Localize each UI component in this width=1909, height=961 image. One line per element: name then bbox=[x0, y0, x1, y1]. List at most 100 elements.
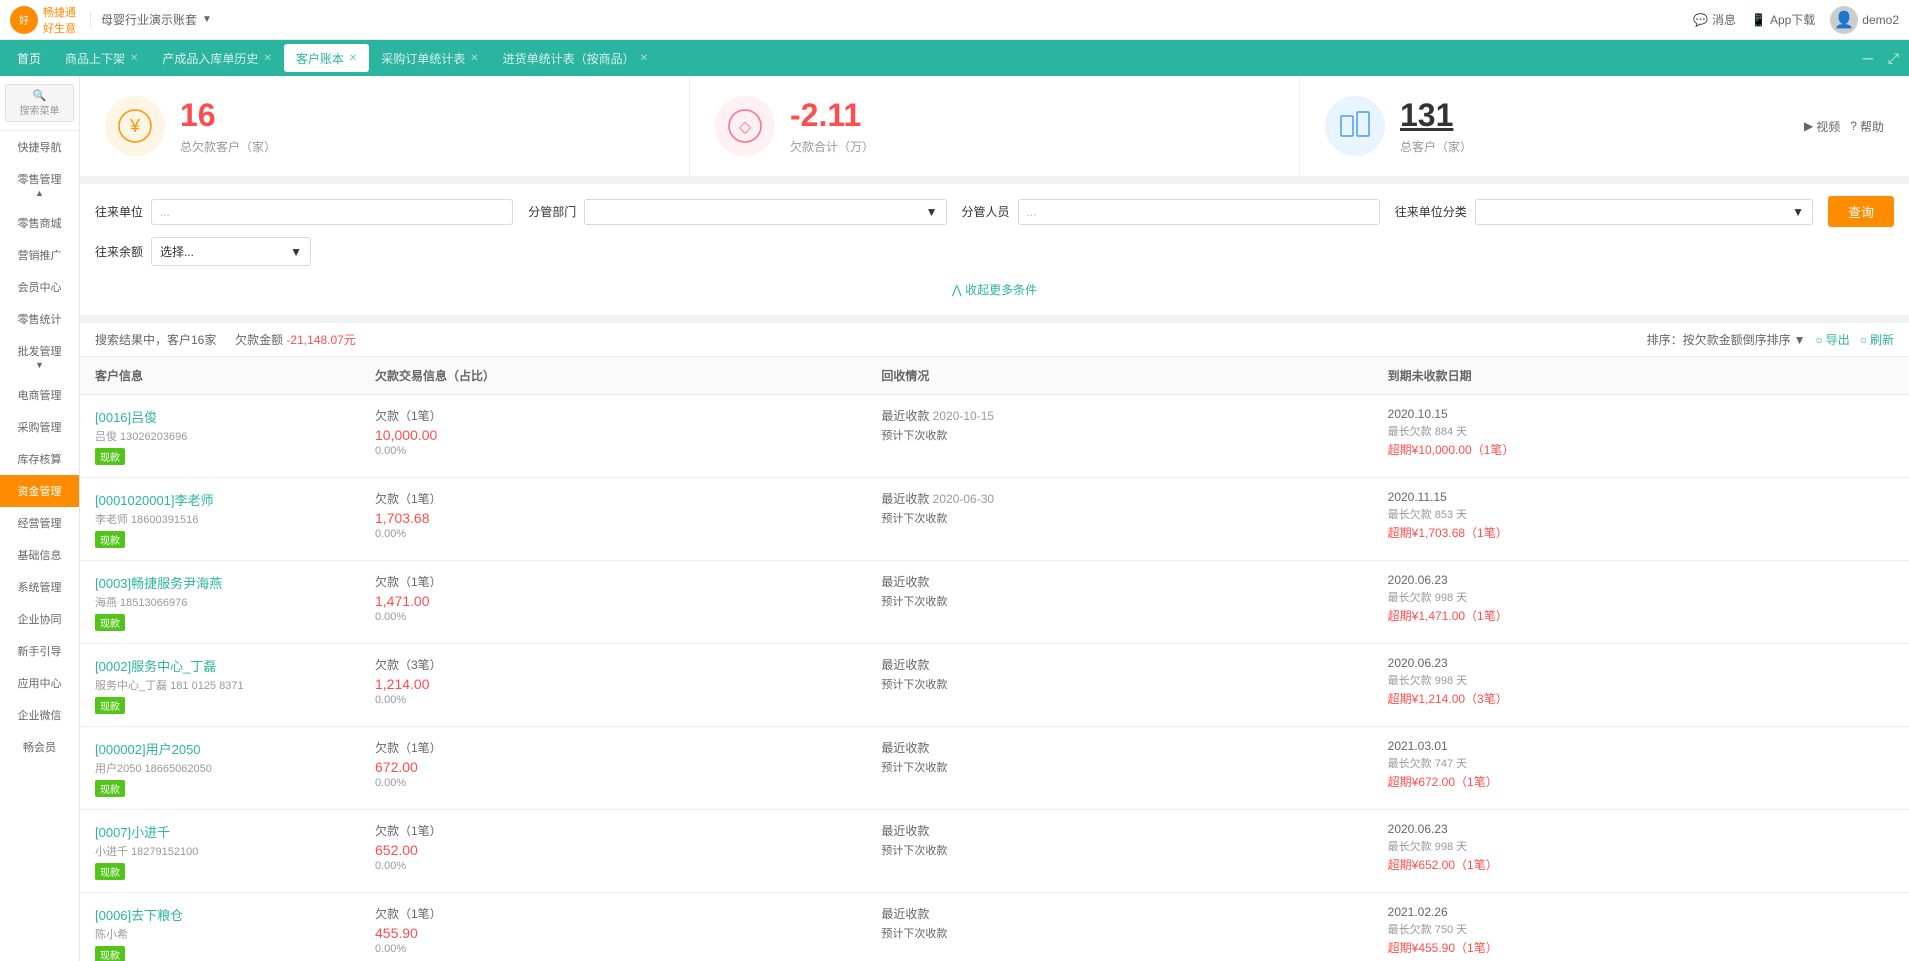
source-unit-input[interactable]: ... bbox=[151, 199, 513, 225]
nav-right: ─ ⤢ bbox=[1858, 48, 1904, 69]
sidebar-item-member[interactable]: 会员中心 bbox=[0, 271, 79, 303]
overdue-days: 最长欠款 853 天 bbox=[1388, 506, 1894, 522]
customer-name[interactable]: [0016]吕俊 bbox=[95, 407, 375, 426]
sidebar-item-member-plus[interactable]: 畅会员 bbox=[0, 731, 79, 763]
person-input[interactable]: ... bbox=[1018, 199, 1380, 225]
tab-home[interactable]: 首页 bbox=[5, 44, 53, 72]
export-icon: ○ bbox=[1815, 333, 1822, 347]
close-icon[interactable]: ✕ bbox=[130, 53, 138, 64]
sidebar-item-ecommerce[interactable]: 电商管理 bbox=[0, 379, 79, 411]
debt-percent: 0.00% bbox=[375, 860, 881, 872]
overdue-amount[interactable]: 超期¥1,471.00（1笔） bbox=[1388, 607, 1894, 624]
help-btn[interactable]: ? 帮助 bbox=[1850, 118, 1884, 135]
customer-info-cell: [000002]用户2050 用户2050 18665062050 现款 bbox=[95, 739, 375, 797]
nav-expand-btn[interactable]: ⤢ bbox=[1883, 48, 1904, 69]
customer-name[interactable]: [0007]小进千 bbox=[95, 822, 375, 841]
customer-name[interactable]: [0006]去下粮仓 bbox=[95, 905, 375, 924]
tab-label: 客户账本 bbox=[296, 50, 344, 67]
payment-info-cell: 最近收款 2020-10-15 预计下次收款 bbox=[881, 407, 1387, 443]
search-menu-btn[interactable]: 🔍 搜索菜单 bbox=[5, 84, 74, 122]
tab-product-history[interactable]: 产成品入库单历史 ✕ bbox=[150, 44, 283, 72]
sidebar-item-quick-nav[interactable]: 快捷导航 bbox=[0, 131, 79, 163]
close-icon[interactable]: ✕ bbox=[263, 53, 271, 64]
next-payment: 预计下次收款 bbox=[881, 593, 1387, 609]
svg-text:¥: ¥ bbox=[129, 116, 141, 136]
tab-customer-account[interactable]: 客户账本 ✕ bbox=[284, 44, 369, 72]
sidebar-item-system[interactable]: 系统管理 bbox=[0, 571, 79, 603]
sidebar-item-label: 采购管理 bbox=[5, 419, 74, 435]
overdue-amount[interactable]: 超期¥672.00（1笔） bbox=[1388, 773, 1894, 790]
stat-icon-debt: ¥ bbox=[105, 96, 165, 156]
sidebar-item-enterprise-coop[interactable]: 企业协同 bbox=[0, 603, 79, 635]
customer-phone: 李老师 18600391516 bbox=[95, 511, 375, 527]
close-icon[interactable]: ✕ bbox=[349, 53, 357, 64]
sidebar-item-basic-info[interactable]: 基础信息 bbox=[0, 539, 79, 571]
sidebar-item-label: 零售商城 bbox=[5, 215, 74, 231]
sidebar-item-purchase-mgmt[interactable]: 采购管理 bbox=[0, 411, 79, 443]
chevron-down-icon: ▼ bbox=[202, 14, 212, 25]
message-btn[interactable]: 💬 消息 bbox=[1693, 11, 1736, 28]
customer-phone: 服务中心_丁磊 181 0125 8371 bbox=[95, 677, 375, 693]
overdue-info-cell: 2020.06.23 最长欠款 998 天 超期¥1,214.00（3笔） bbox=[1388, 656, 1894, 707]
tab-label: 采购订单统计表 bbox=[381, 50, 465, 67]
overdue-amount[interactable]: 超期¥1,703.68（1笔） bbox=[1388, 524, 1894, 541]
customer-name[interactable]: [0001020001]李老师 bbox=[95, 490, 375, 509]
filter-area: 往来单位 ... 分管部门 ▼ 分管人员 ... bbox=[80, 184, 1909, 315]
dept-select[interactable]: ▼ bbox=[584, 199, 946, 225]
debt-amount-number: -2.11 bbox=[790, 97, 1274, 134]
tab-label: 进货单统计表（按商品） bbox=[503, 50, 635, 67]
user-menu[interactable]: 👤 demo2 bbox=[1830, 6, 1899, 34]
tab-purchase-summary[interactable]: 采购订单统计表 ✕ bbox=[369, 44, 490, 72]
sidebar-item-app-center[interactable]: 应用中心 bbox=[0, 667, 79, 699]
tab-product-offline[interactable]: 商品上下架 ✕ bbox=[53, 44, 150, 72]
tab-label: 商品上下架 bbox=[65, 50, 125, 67]
sidebar-item-retail-mgmt[interactable]: 零售管理 ▲ bbox=[0, 163, 79, 207]
stat-card-actions: ▶ 视频 ? 帮助 bbox=[1804, 118, 1884, 135]
overdue-amount[interactable]: 超期¥10,000.00（1笔） bbox=[1388, 441, 1894, 458]
source-category-label: 往来单位分类 bbox=[1395, 203, 1467, 220]
sidebar-item-marketing[interactable]: 营销推广 bbox=[0, 239, 79, 271]
industry-selector[interactable]: 母婴行业演示账套 ▼ bbox=[90, 11, 222, 28]
app-download-btn[interactable]: 📱 App下载 bbox=[1751, 11, 1815, 28]
debt-percent: 0.00% bbox=[375, 777, 881, 789]
sidebar-item-enterprise-wechat[interactable]: 企业微信 bbox=[0, 699, 79, 731]
customer-name[interactable]: [0003]畅捷服务尹海燕 bbox=[95, 573, 375, 592]
sort-select[interactable]: 排序：按欠款金额倒序排序 ▼ bbox=[1647, 331, 1806, 348]
sidebar-item-batch-mgmt[interactable]: 批发管理 ▼ bbox=[0, 335, 79, 379]
search-icon: 🔍 bbox=[33, 90, 47, 102]
due-date: 2021.02.26 bbox=[1388, 905, 1894, 919]
next-payment: 预计下次收款 bbox=[881, 842, 1387, 858]
close-icon[interactable]: ✕ bbox=[470, 53, 478, 64]
due-date: 2020.06.23 bbox=[1388, 822, 1894, 836]
source-unit-label: 往来单位 bbox=[95, 203, 143, 220]
overdue-amount[interactable]: 超期¥1,214.00（3笔） bbox=[1388, 690, 1894, 707]
payment-info-cell: 最近收款 预计下次收款 bbox=[881, 656, 1387, 692]
overdue-amount[interactable]: 超期¥652.00（1笔） bbox=[1388, 856, 1894, 873]
sidebar-item-retail-stats[interactable]: 零售统计 bbox=[0, 303, 79, 335]
sidebar-item-inventory[interactable]: 库存核算 bbox=[0, 443, 79, 475]
nav-minus-btn[interactable]: ─ bbox=[1858, 48, 1878, 68]
debt-amount: 1,471.00 bbox=[375, 593, 881, 609]
export-btn[interactable]: ○ 导出 bbox=[1815, 331, 1849, 348]
customer-info-cell: [0001020001]李老师 李老师 18600391516 现款 bbox=[95, 490, 375, 548]
sidebar-item-new-guide[interactable]: 新手引导 bbox=[0, 635, 79, 667]
logo-text: 畅捷通好生意 bbox=[43, 4, 76, 36]
sidebar-item-retail-store[interactable]: 零售商城 bbox=[0, 207, 79, 239]
top-right: 💬 消息 📱 App下载 👤 demo2 bbox=[1693, 6, 1899, 34]
sidebar-item-finance[interactable]: 资金管理 bbox=[0, 475, 79, 507]
sidebar-search[interactable]: 🔍 搜索菜单 bbox=[0, 76, 79, 131]
close-icon[interactable]: ✕ bbox=[640, 53, 648, 64]
view-btn[interactable]: ▶ 视频 bbox=[1804, 118, 1840, 135]
collapse-btn[interactable]: ⋀ 收起更多条件 bbox=[95, 276, 1894, 303]
refresh-btn[interactable]: ○ 刷新 bbox=[1860, 331, 1894, 348]
sidebar-item-business-mgmt[interactable]: 经营管理 bbox=[0, 507, 79, 539]
overdue-amount[interactable]: 超期¥455.90（1笔） bbox=[1388, 939, 1894, 956]
ellipsis-icon: ... bbox=[160, 205, 170, 219]
balance-select[interactable]: 选择... ▼ bbox=[151, 237, 311, 266]
tab-inbound-summary[interactable]: 进货单统计表（按商品） ✕ bbox=[491, 44, 660, 72]
overdue-days: 最长欠款 998 天 bbox=[1388, 838, 1894, 854]
customer-name[interactable]: [000002]用户2050 bbox=[95, 739, 375, 758]
source-category-select[interactable]: ▼ bbox=[1475, 199, 1813, 225]
query-button[interactable]: 查询 bbox=[1828, 196, 1894, 227]
customer-name[interactable]: [0002]服务中心_丁磊 bbox=[95, 656, 375, 675]
